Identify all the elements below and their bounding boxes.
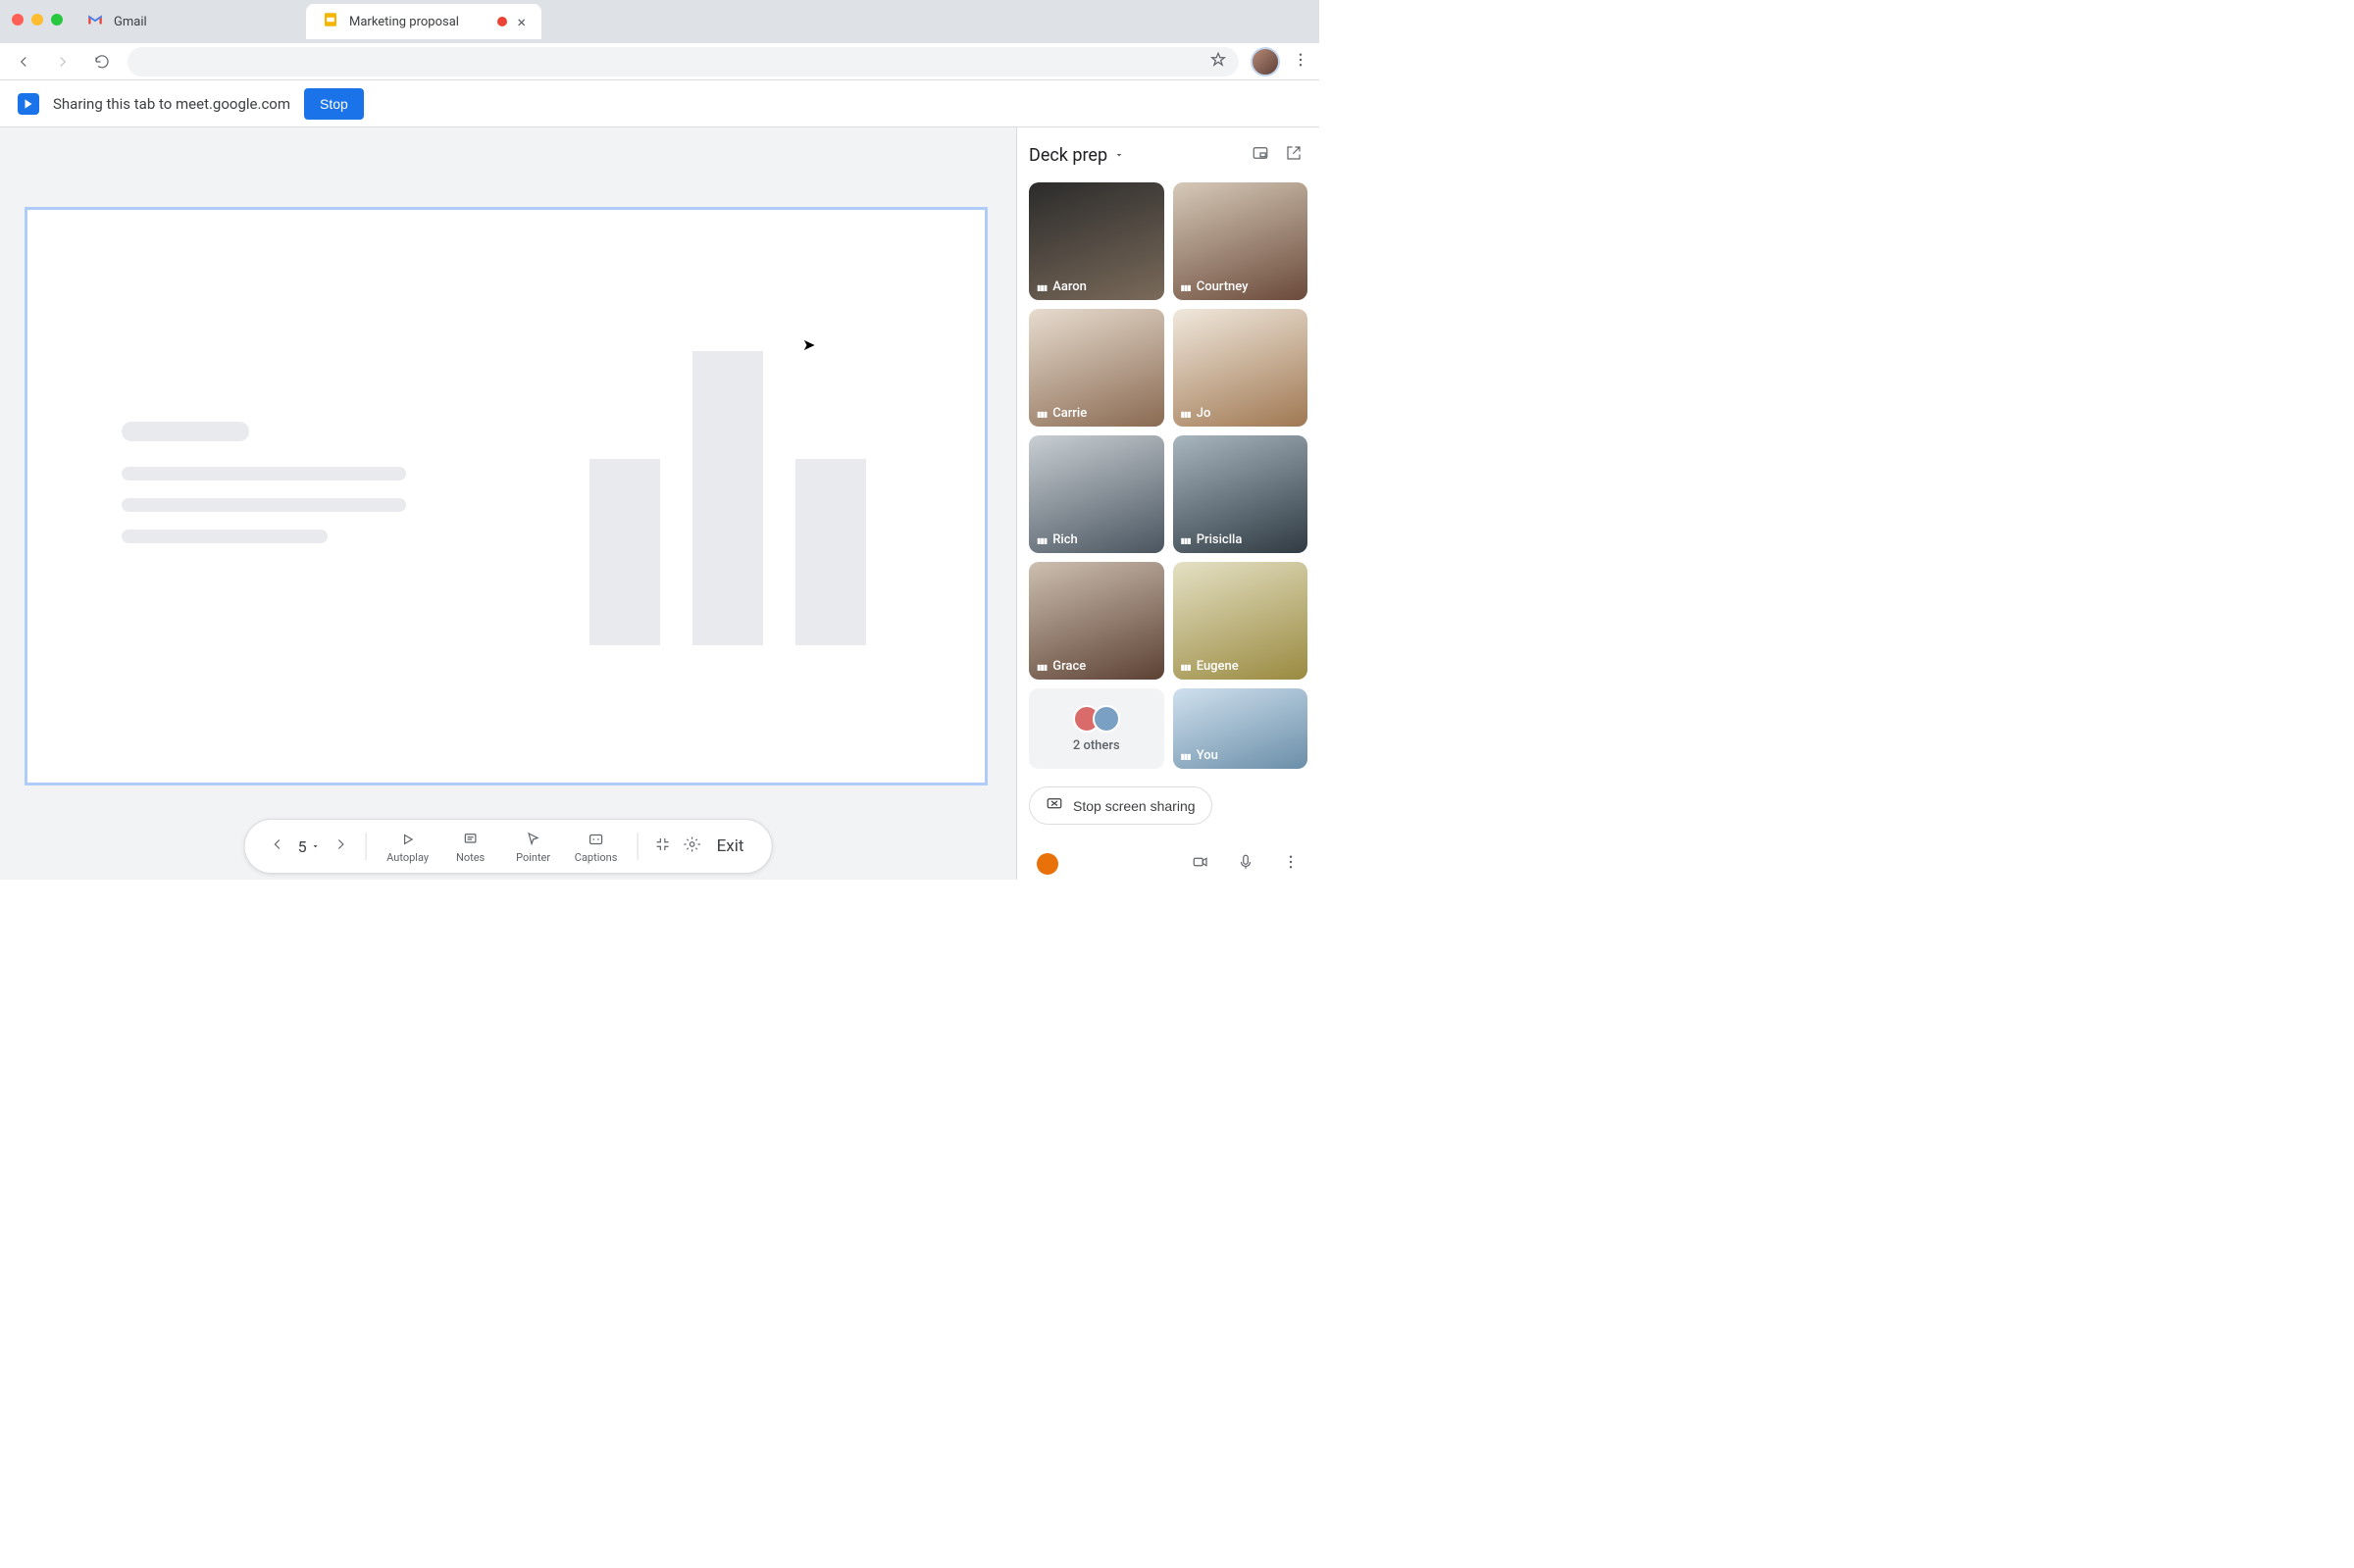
notes-button[interactable]: Notes [439, 830, 502, 864]
audio-bars-icon [1181, 279, 1191, 294]
mic-toggle-button[interactable] [1237, 853, 1254, 875]
sharing-banner-text: Sharing this tab to meet.google.com [53, 95, 290, 113]
play-icon [399, 830, 417, 849]
slide-number-dropdown[interactable]: 5 [292, 837, 327, 856]
participant-tile[interactable]: Prisiclla [1173, 435, 1308, 553]
tab-label: Marketing proposal [349, 15, 459, 29]
placeholder-line [122, 467, 406, 481]
browser-toolbar [0, 43, 1319, 80]
bookmark-star-icon[interactable] [1209, 51, 1227, 73]
audio-bars-icon [1181, 406, 1191, 421]
more-options-button[interactable] [1282, 853, 1300, 875]
participant-tile[interactable]: Rich [1029, 435, 1164, 553]
audio-bars-icon [1181, 532, 1191, 547]
tab-label: Gmail [114, 15, 147, 29]
self-tile[interactable]: You [1173, 688, 1308, 769]
collapse-fullscreen-button[interactable] [648, 835, 678, 857]
camera-toggle-button[interactable] [1192, 853, 1209, 875]
screen-sharing-banner: Sharing this tab to meet.google.com Stop [0, 80, 1319, 127]
screen-share-icon [18, 93, 39, 115]
slide-frame: ➤ [27, 210, 985, 783]
autoplay-button[interactable]: Autoplay [377, 830, 439, 864]
macos-traffic-lights [12, 14, 63, 25]
chevron-down-icon [311, 841, 321, 851]
window-zoom-button[interactable] [51, 14, 63, 25]
window-minimize-button[interactable] [31, 14, 43, 25]
profile-avatar[interactable] [1251, 47, 1280, 76]
pointer-icon [525, 830, 542, 849]
prev-slide-button[interactable] [263, 835, 292, 857]
placeholder-line [122, 530, 328, 543]
reload-button[interactable] [88, 48, 116, 76]
mouse-cursor-icon: ➤ [802, 335, 815, 354]
placeholder-title [122, 422, 249, 441]
participant-tile[interactable]: Aaron [1029, 182, 1164, 300]
meet-sidebar: Deck prep Aaron Courtney Carrie Jo Rich … [1017, 127, 1319, 880]
overflow-avatars [1073, 705, 1120, 733]
back-button[interactable] [10, 48, 37, 76]
participant-tile[interactable]: Eugene [1173, 562, 1308, 680]
picture-in-picture-button[interactable] [1247, 144, 1274, 166]
audio-bars-icon [1037, 406, 1047, 421]
pop-out-button[interactable] [1280, 144, 1307, 166]
audio-bars-icon [1181, 659, 1191, 674]
next-slide-button[interactable] [327, 835, 356, 857]
placeholder-bar [589, 459, 660, 645]
stop-screen-sharing-button[interactable]: Stop screen sharing [1029, 786, 1212, 825]
audio-bars-icon [1037, 659, 1047, 674]
browser-menu-button[interactable] [1292, 51, 1309, 73]
placeholder-bar [795, 459, 866, 645]
overflow-participants-tile[interactable]: 2 others [1029, 688, 1164, 769]
divider [366, 833, 367, 860]
self-avatar-small[interactable] [1037, 853, 1058, 875]
notes-icon [462, 830, 480, 849]
slide-content: ➤ [35, 218, 977, 775]
slide-number: 5 [298, 837, 307, 856]
exit-button[interactable]: Exit [707, 836, 754, 856]
slides-control-bar: 5 Autoplay Notes Pointer [244, 819, 773, 874]
stop-share-icon [1046, 795, 1063, 816]
participant-tile[interactable]: Grace [1029, 562, 1164, 680]
close-icon[interactable]: × [517, 13, 526, 31]
audio-bars-icon [1181, 748, 1191, 763]
meet-bottom-bar [1017, 852, 1319, 880]
content-split: ➤ 5 Autoplay [0, 127, 1319, 880]
slides-icon [322, 11, 339, 32]
participant-tile[interactable]: Carrie [1029, 309, 1164, 427]
window-close-button[interactable] [12, 14, 24, 25]
stop-sharing-button[interactable]: Stop [304, 88, 364, 120]
gmail-icon [86, 11, 104, 32]
browser-tabstrip: Gmail Marketing proposal × [0, 0, 1319, 43]
participant-tile[interactable]: Courtney [1173, 182, 1308, 300]
meeting-title: Deck prep [1029, 145, 1107, 166]
overflow-label: 2 others [1073, 738, 1120, 753]
participant-grid: Aaron Courtney Carrie Jo Rich Prisiclla … [1017, 182, 1319, 769]
address-bar[interactable] [128, 47, 1239, 76]
browser-tab-slides[interactable]: Marketing proposal × [306, 4, 541, 39]
divider [638, 833, 639, 860]
placeholder-bar [692, 351, 763, 645]
participant-tile[interactable]: Jo [1173, 309, 1308, 427]
meet-header: Deck prep [1017, 127, 1319, 182]
browser-tab-gmail[interactable]: Gmail [71, 4, 306, 39]
placeholder-line [122, 498, 406, 512]
settings-button[interactable] [678, 835, 707, 857]
recording-indicator-icon [497, 17, 507, 26]
captions-button[interactable]: Captions [565, 830, 628, 864]
presentation-area: ➤ 5 Autoplay [0, 127, 1017, 880]
audio-bars-icon [1037, 279, 1047, 294]
forward-button[interactable] [49, 48, 77, 76]
captions-icon [588, 830, 605, 849]
audio-bars-icon [1037, 532, 1047, 547]
pointer-button[interactable]: Pointer [502, 830, 565, 864]
chevron-down-icon[interactable] [1113, 149, 1125, 161]
